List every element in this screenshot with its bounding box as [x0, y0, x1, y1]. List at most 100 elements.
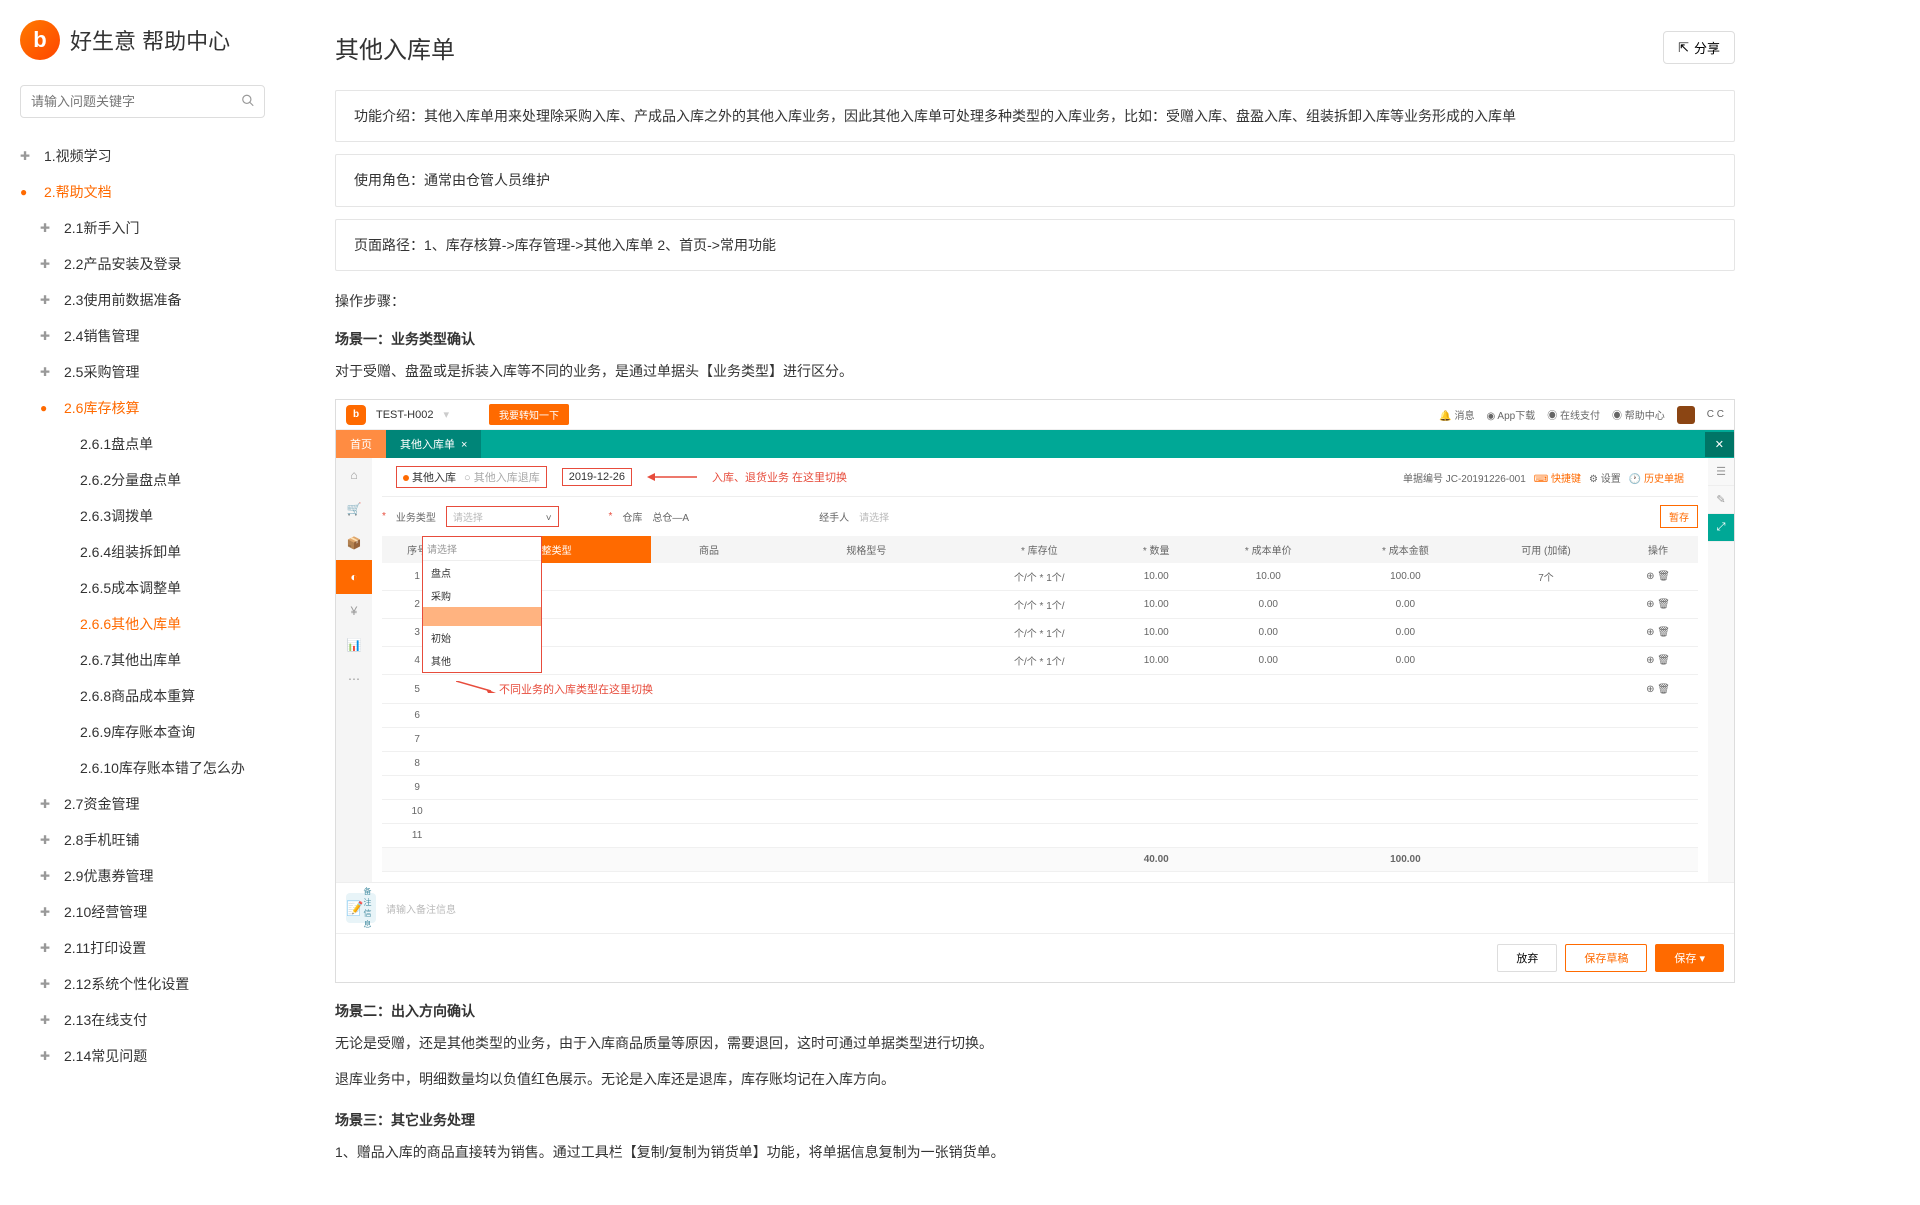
ss-tabs: 首页 其他入库单 ✕	[336, 430, 1734, 458]
table-row[interactable]: 3个/个 * 1个/10.000.000.00⊕ 🗑	[382, 619, 1698, 647]
table-row[interactable]: 10	[382, 800, 1698, 824]
th-unit: * 库存位	[966, 536, 1113, 563]
ss-dropdown-item[interactable]: 盘点	[423, 561, 541, 584]
table-row[interactable]: 1个/个 * 1个/10.0010.00100.007个⊕ 🗑	[382, 563, 1698, 591]
nav-2-2[interactable]: ✚2.2产品安装及登录	[40, 246, 265, 282]
ss-side-more-icon[interactable]: ⋯	[336, 662, 372, 696]
ss-radio-in[interactable]: 其他入库	[403, 469, 456, 485]
ss-tab-active[interactable]: 其他入库单	[386, 430, 481, 458]
search-input[interactable]	[20, 85, 265, 118]
ss-draft-button[interactable]: 保存草稿	[1565, 944, 1647, 972]
nav-2-8[interactable]: ✚2.8手机旺铺	[40, 822, 265, 858]
ss-biz-label: 业务类型	[396, 509, 436, 524]
ss-side-box-icon[interactable]: 📦	[336, 526, 372, 560]
ss-side-inventory-icon[interactable]: ◐	[336, 560, 372, 594]
ss-quick-link[interactable]: ⌨ 快捷键	[1534, 470, 1581, 485]
nav-2-7[interactable]: ✚2.7资金管理	[40, 786, 265, 822]
ss-notif-icon[interactable]: 🔔 消息	[1439, 407, 1474, 422]
arrow-icon	[456, 681, 496, 693]
table-row[interactable]: 7	[382, 728, 1698, 752]
nav-2-13[interactable]: ✚2.13在线支付	[40, 1002, 265, 1038]
table-row[interactable]: 6	[382, 704, 1698, 728]
minus-icon: ●	[40, 401, 56, 415]
search-icon[interactable]	[241, 93, 255, 110]
row-action-icons[interactable]: ⊕ 🗑	[1618, 563, 1698, 591]
ss-avatar[interactable]	[1677, 406, 1695, 424]
nav-label: 2.2产品安装及登录	[64, 254, 181, 274]
nav-2-10[interactable]: ✚2.10经营管理	[40, 894, 265, 930]
plus-icon: ✚	[40, 329, 56, 343]
nav-2-6-6[interactable]: 2.6.6其他入库单	[80, 606, 265, 642]
row-action-icons[interactable]: ⊕ 🗑	[1618, 591, 1698, 619]
table-row[interactable]: 8	[382, 752, 1698, 776]
nav-2-6-3[interactable]: 2.6.3调拨单	[80, 498, 265, 534]
ss-side-report-icon[interactable]: 📊	[336, 628, 372, 662]
ss-dropdown-item[interactable]: 采购	[423, 584, 541, 607]
nav-2-1[interactable]: ✚2.1新手入门	[40, 210, 265, 246]
ss-right-icon-3[interactable]: ⤢	[1708, 514, 1734, 542]
ss-save-button[interactable]: 保存	[1655, 944, 1724, 972]
nav-2-6-1[interactable]: 2.6.1盘点单	[80, 426, 265, 462]
nav-2-3[interactable]: ✚2.3使用前数据准备	[40, 282, 265, 318]
table-row[interactable]: 4个/个 * 1个/10.000.000.00⊕ 🗑	[382, 647, 1698, 675]
nav-2-11[interactable]: ✚2.11打印设置	[40, 930, 265, 966]
ss-left-sidebar: ⌂ 🛒 📦 ◐ ¥ 📊 ⋯	[336, 458, 372, 882]
nav-label: 2.7资金管理	[64, 794, 139, 814]
nav-2-6[interactable]: ●2.6库存核算	[40, 390, 265, 426]
row-action-icons[interactable]: ⊕ 🗑	[1618, 619, 1698, 647]
ss-wh-value[interactable]: 总仓—A	[652, 509, 689, 524]
ss-cancel-button[interactable]: 放弃	[1497, 944, 1557, 972]
th-op: 操作	[1618, 536, 1698, 563]
ss-dropdown-item[interactable]: 初始	[423, 626, 541, 649]
ss-tab-close-all[interactable]: ✕	[1705, 432, 1734, 457]
ss-temp-save-button[interactable]: 暂存	[1660, 505, 1698, 528]
nav-2-6-10[interactable]: 2.6.10库存账本错了怎么办	[80, 750, 265, 786]
ss-help-link[interactable]: ◉ 帮助中心	[1612, 407, 1665, 422]
scene3-title: 场景三：其它业务处理	[335, 1110, 1735, 1130]
ss-date-field[interactable]: 2019-12-26	[562, 468, 632, 486]
ss-table-wrap: 请选择 盘点 采购 初始 其他 序号 调整类型 商品	[382, 536, 1698, 872]
ss-side-coin-icon[interactable]: ¥	[336, 594, 372, 628]
ss-settings-link[interactable]: ⚙ 设置	[1589, 470, 1621, 485]
nav-2-9[interactable]: ✚2.9优惠券管理	[40, 858, 265, 894]
ss-side-cart-icon[interactable]: 🛒	[336, 492, 372, 526]
nav-2-6-7[interactable]: 2.6.7其他出库单	[80, 642, 265, 678]
ss-download-link[interactable]: ◉ App下载	[1486, 407, 1535, 422]
nav-2-14[interactable]: ✚2.14常见问题	[40, 1038, 265, 1074]
ss-radio-return[interactable]: ○ 其他入库退库	[464, 469, 540, 485]
nav-2-6-9[interactable]: 2.6.9库存账本查询	[80, 714, 265, 750]
nav-2-4[interactable]: ✚2.4销售管理	[40, 318, 265, 354]
nav-2-5[interactable]: ✚2.5采购管理	[40, 354, 265, 390]
th-spec: 规格型号	[767, 536, 966, 563]
row-action-icons[interactable]: ⊕ 🗑	[1618, 675, 1698, 704]
ss-promo-button[interactable]: 我要转知一下	[489, 404, 569, 425]
nav-2-6-5[interactable]: 2.6.5成本调整单	[80, 570, 265, 606]
table-row[interactable]: 11	[382, 824, 1698, 848]
nav-2-12[interactable]: ✚2.12系统个性化设置	[40, 966, 265, 1002]
ss-dropdown-item-selected[interactable]	[423, 607, 541, 626]
ss-dropdown-search[interactable]: 请选择	[423, 537, 541, 561]
ss-dropdown-item[interactable]: 其他	[423, 649, 541, 672]
ss-right-icon-2[interactable]: ✎	[1708, 486, 1734, 514]
share-button[interactable]: ⇱ 分享	[1663, 31, 1735, 64]
scene1-title: 场景一：业务类型确认	[335, 329, 1735, 349]
nav-2-6-4[interactable]: 2.6.4组装拆卸单	[80, 534, 265, 570]
table-row[interactable]: 2个/个 * 1个/10.000.000.00⊕ 🗑	[382, 591, 1698, 619]
nav-label: 2.6.10库存账本错了怎么办	[80, 758, 245, 778]
ss-pay-link[interactable]: ◉ 在线支付	[1547, 407, 1600, 422]
main-content: 其他入库单 ⇱ 分享 功能介绍：其他入库单用来处理除采购入库、产成品入库之外的其…	[285, 0, 1785, 1205]
ss-right-icon-1[interactable]: ☰	[1708, 458, 1734, 486]
nav-video-learning[interactable]: ✚1.视频学习	[20, 138, 265, 174]
row-action-icons[interactable]: ⊕ 🗑	[1618, 647, 1698, 675]
ss-note-input[interactable]: 请输入备注信息	[386, 901, 1724, 916]
table-row[interactable]: 9	[382, 776, 1698, 800]
ss-side-home-icon[interactable]: ⌂	[336, 458, 372, 492]
ss-tab-home[interactable]: 首页	[336, 430, 386, 458]
ss-topbar: b TEST-H002 ▾ 我要转知一下 🔔 消息 ◉ App下载 ◉ 在线支付…	[336, 400, 1734, 430]
nav-help-docs[interactable]: ●2.帮助文档	[20, 174, 265, 210]
nav-2-6-8[interactable]: 2.6.8商品成本重算	[80, 678, 265, 714]
nav-2-6-2[interactable]: 2.6.2分量盘点单	[80, 462, 265, 498]
ss-biz-select[interactable]: 请选择 ˅	[446, 506, 559, 527]
ss-history-link[interactable]: 🕐 历史单据	[1629, 470, 1684, 485]
ss-handler-value[interactable]: 请选择	[859, 509, 889, 524]
